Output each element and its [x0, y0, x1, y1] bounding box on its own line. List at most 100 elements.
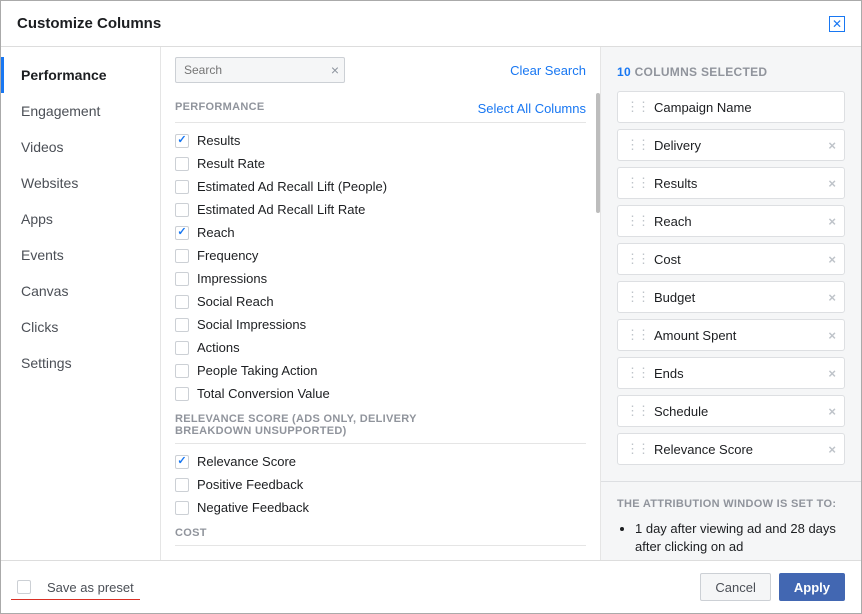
checkbox[interactable]	[175, 364, 189, 378]
checkbox[interactable]	[175, 478, 189, 492]
select-all-link[interactable]: Select All Columns	[478, 101, 586, 116]
column-option[interactable]: Negative Feedback	[175, 496, 586, 519]
section-header: PERFORMANCE Select All Columns	[175, 93, 586, 123]
save-preset-checkbox[interactable]	[17, 580, 31, 594]
selected-column-pill[interactable]: ⋮⋮ Ends ×	[617, 357, 845, 389]
save-preset-label: Save as preset	[47, 580, 134, 595]
clear-search-link[interactable]: Clear Search	[510, 63, 586, 78]
column-option[interactable]: Result Rate	[175, 152, 586, 175]
drag-handle-icon[interactable]: ⋮⋮	[626, 365, 648, 381]
checkbox[interactable]	[175, 501, 189, 515]
selected-column-pill[interactable]: ⋮⋮ Results ×	[617, 167, 845, 199]
selected-column-label: Ends	[654, 366, 822, 381]
drag-handle-icon[interactable]: ⋮⋮	[626, 213, 648, 229]
selected-column-label: Budget	[654, 290, 822, 305]
column-option[interactable]: People Taking Action	[175, 359, 586, 382]
column-option[interactable]: Reach	[175, 221, 586, 244]
selected-list: ⋮⋮Campaign Name⋮⋮Delivery×⋮⋮Results×⋮⋮Re…	[617, 91, 845, 465]
column-option[interactable]: Social Impressions	[175, 313, 586, 336]
sidebar-item-canvas[interactable]: Canvas	[1, 273, 160, 309]
column-option[interactable]: Relevance Score	[175, 450, 586, 473]
columns-scroll-area[interactable]: PERFORMANCE Select All Columns Results Resu…	[161, 93, 600, 560]
checkbox[interactable]	[175, 157, 189, 171]
selected-column-pill[interactable]: ⋮⋮ Budget ×	[617, 281, 845, 313]
remove-column-icon[interactable]: ×	[828, 176, 836, 191]
selected-column-pill[interactable]: ⋮⋮Delivery×	[617, 129, 845, 161]
remove-column-icon[interactable]: ×	[828, 252, 836, 267]
selected-column-pill[interactable]: ⋮⋮Cost×	[617, 243, 845, 275]
checkbox[interactable]	[175, 180, 189, 194]
drag-handle-icon[interactable]: ⋮⋮	[626, 441, 648, 457]
attribution-box: THE ATTRIBUTION WINDOW IS SET TO: 1 day …	[601, 481, 861, 560]
column-option[interactable]: Actions	[175, 336, 586, 359]
apply-button[interactable]: Apply	[779, 573, 845, 601]
remove-column-icon[interactable]: ×	[828, 138, 836, 153]
sidebar-item-websites[interactable]: Websites	[1, 165, 160, 201]
column-option-label: Results	[197, 133, 240, 148]
selected-column-pill[interactable]: ⋮⋮ Campaign Name	[617, 91, 845, 123]
modal-footer: Save as preset Cancel Apply	[1, 560, 861, 613]
column-option[interactable]: Positive Feedback	[175, 473, 586, 496]
drag-handle-icon[interactable]: ⋮⋮	[626, 403, 648, 419]
checkbox[interactable]	[175, 226, 189, 240]
selected-column-pill[interactable]: ⋮⋮ Reach ×	[617, 205, 845, 237]
search-input[interactable]	[175, 57, 345, 83]
drag-handle-icon[interactable]: ⋮⋮	[626, 99, 648, 115]
drag-handle-icon[interactable]: ⋮⋮	[626, 251, 648, 267]
cancel-button[interactable]: Cancel	[700, 573, 770, 601]
selected-column-label: Reach	[654, 214, 822, 229]
column-option[interactable]: Results	[175, 129, 586, 152]
selected-column-label: Relevance Score	[654, 442, 822, 457]
scrollbar-thumb[interactable]	[596, 93, 600, 213]
selected-column-label: Campaign Name	[654, 100, 836, 115]
checkbox[interactable]	[175, 272, 189, 286]
checkbox[interactable]	[175, 134, 189, 148]
drag-handle-icon[interactable]: ⋮⋮	[626, 327, 648, 343]
remove-column-icon[interactable]: ×	[828, 442, 836, 457]
column-option[interactable]: Estimated Ad Recall Lift (People)	[175, 175, 586, 198]
sidebar-item-apps[interactable]: Apps	[1, 201, 160, 237]
column-option[interactable]: Frequency	[175, 244, 586, 267]
sidebar-item-clicks[interactable]: Clicks	[1, 309, 160, 345]
drag-handle-icon[interactable]: ⋮⋮	[626, 289, 648, 305]
selected-column-pill[interactable]: ⋮⋮ Schedule ×	[617, 395, 845, 427]
drag-handle-icon[interactable]: ⋮⋮	[626, 175, 648, 191]
columns-panel: × Clear Search PERFORMANCE Select All Col…	[161, 47, 601, 560]
clear-input-icon[interactable]: ×	[331, 62, 339, 78]
selected-column-label: Schedule	[654, 404, 822, 419]
modal-body: PerformanceEngagementVideosWebsitesAppsE…	[1, 47, 861, 560]
selected-count-label: COLUMNS SELECTED	[635, 65, 768, 79]
remove-column-icon[interactable]: ×	[828, 290, 836, 305]
selected-count: 10 COLUMNS SELECTED	[617, 65, 845, 79]
column-option[interactable]: Estimated Ad Recall Lift Rate	[175, 198, 586, 221]
column-option-label: People Taking Action	[197, 363, 317, 378]
checkbox[interactable]	[175, 387, 189, 401]
search-box: ×	[175, 57, 345, 83]
sidebar-item-settings[interactable]: Settings	[1, 345, 160, 381]
selected-column-pill[interactable]: ⋮⋮ Relevance Score ×	[617, 433, 845, 465]
section-header: COST	[175, 519, 586, 546]
drag-handle-icon[interactable]: ⋮⋮	[626, 137, 648, 153]
checkbox[interactable]	[175, 203, 189, 217]
remove-column-icon[interactable]: ×	[828, 328, 836, 343]
sidebar-item-videos[interactable]: Videos	[1, 129, 160, 165]
checkbox[interactable]	[175, 249, 189, 263]
column-option[interactable]: Total Conversion Value	[175, 382, 586, 405]
checkbox[interactable]	[175, 318, 189, 332]
remove-column-icon[interactable]: ×	[828, 366, 836, 381]
remove-column-icon[interactable]: ×	[828, 404, 836, 419]
checkbox[interactable]	[175, 455, 189, 469]
selected-column-label: Results	[654, 176, 822, 191]
column-option[interactable]: Impressions	[175, 267, 586, 290]
section-title: PERFORMANCE	[175, 101, 264, 113]
column-option[interactable]: Social Reach	[175, 290, 586, 313]
close-icon[interactable]: ✕	[829, 16, 845, 32]
checkbox[interactable]	[175, 295, 189, 309]
checkbox[interactable]	[175, 341, 189, 355]
sidebar-item-events[interactable]: Events	[1, 237, 160, 273]
section-title: COST	[175, 527, 207, 539]
sidebar-item-engagement[interactable]: Engagement	[1, 93, 160, 129]
sidebar-item-performance[interactable]: Performance	[1, 57, 160, 93]
remove-column-icon[interactable]: ×	[828, 214, 836, 229]
selected-column-pill[interactable]: ⋮⋮Amount Spent×	[617, 319, 845, 351]
